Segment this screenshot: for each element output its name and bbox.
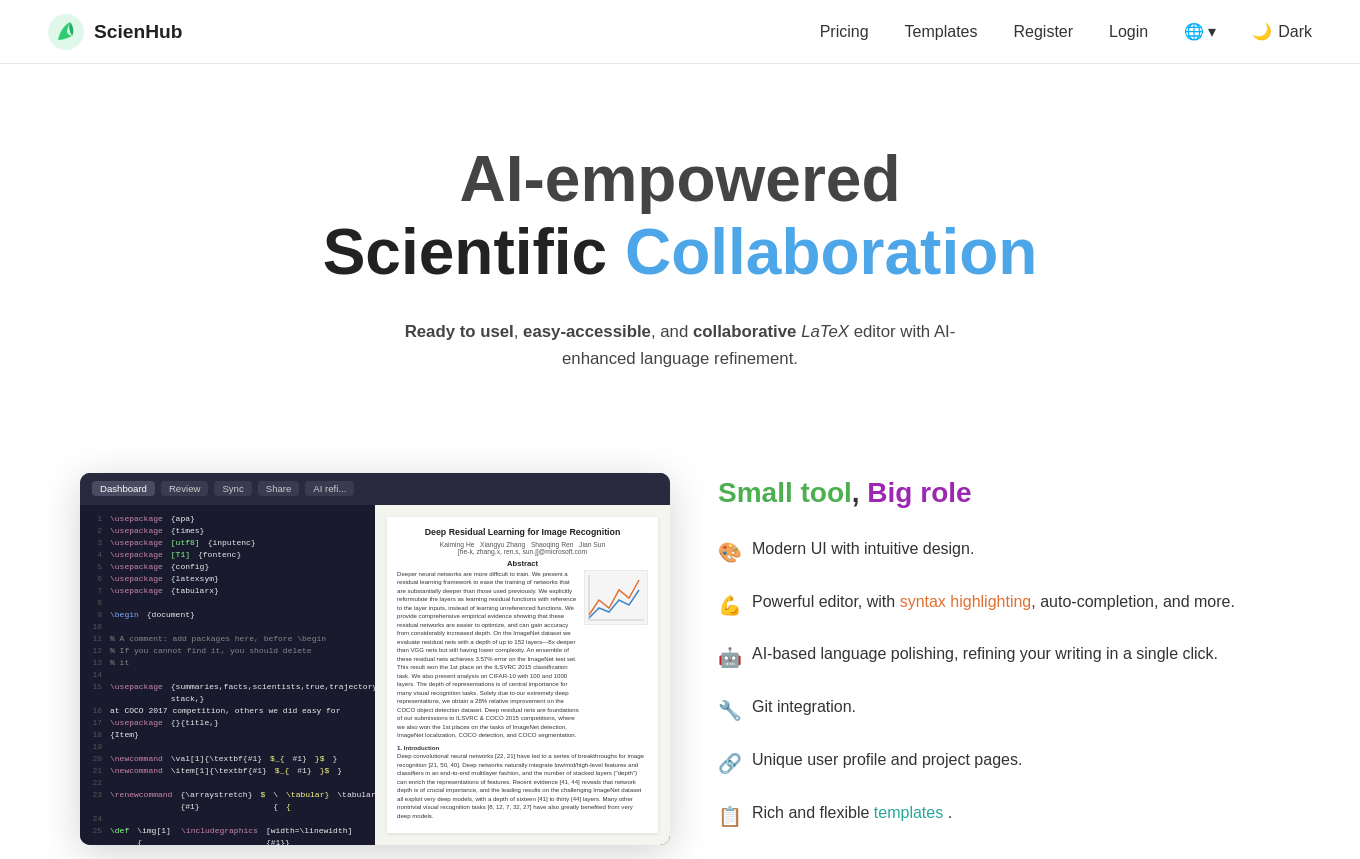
feature-templates: 📋 Rich and flexible templates . <box>718 801 1280 832</box>
subtitle-collaborative: collaborative <box>693 322 797 341</box>
feature-profile: 🔗 Unique user profile and project pages. <box>718 748 1280 779</box>
paper-intro-text: Deep convolutional neural networks [22, … <box>397 752 648 820</box>
features-heading: Small tool, Big role <box>718 477 1280 509</box>
feature-profile-text: Unique user profile and project pages. <box>752 748 1280 773</box>
paper-preview: Deep Residual Learning for Image Recogni… <box>387 517 658 833</box>
paper-title: Deep Residual Learning for Image Recogni… <box>397 527 648 537</box>
lang-chevron-icon: ▾ <box>1208 22 1216 41</box>
moon-icon: 🌙 <box>1252 22 1272 41</box>
feature-templates-after: . <box>943 804 952 821</box>
robot-icon: 🤖 <box>718 643 742 673</box>
logo-icon <box>48 14 84 50</box>
hero-title: AI-empowered Scientific Collaboration <box>48 144 1312 291</box>
nav-links: Pricing Templates Register Login 🌐 ▾ 🌙 D… <box>820 22 1312 41</box>
tab-sync[interactable]: Sync <box>214 481 251 496</box>
editor-topbar: Dashboard Review Sync Share AI refi... <box>80 473 670 505</box>
navbar: ScienHub Pricing Templates Register Logi… <box>0 0 1360 64</box>
main-content: Dashboard Review Sync Share AI refi... 1… <box>0 433 1360 859</box>
editor-tabs: Dashboard Review Sync Share AI refi... <box>92 481 354 496</box>
nav-login[interactable]: Login <box>1109 23 1148 41</box>
tab-dashboard[interactable]: Dashboard <box>92 481 155 496</box>
subtitle-latex: LaTeX <box>801 322 849 341</box>
editor-body: 1\usepackage{apa} 2\usepackage{times} 3\… <box>80 505 670 845</box>
feature-templates-before: Rich and flexible <box>752 804 874 821</box>
tab-review[interactable]: Review <box>161 481 208 496</box>
paper-intro-label: 1. Introduction <box>397 744 648 753</box>
tab-ai[interactable]: AI refi... <box>305 481 354 496</box>
editor-screenshot: Dashboard Review Sync Share AI refi... 1… <box>80 473 670 845</box>
features-heading-comma: , <box>852 477 860 508</box>
nav-pricing[interactable]: Pricing <box>820 23 869 41</box>
feature-ai: 🤖 AI-based language polishing, refining … <box>718 642 1280 673</box>
feature-editor: 💪 Powerful editor, with syntax highlight… <box>718 590 1280 621</box>
feature-templates-text: Rich and flexible templates . <box>752 801 1280 826</box>
paper-figure <box>584 570 648 625</box>
tab-share[interactable]: Share <box>258 481 300 496</box>
features-section: Small tool, Big role 🎨 Modern UI with in… <box>718 473 1280 854</box>
link-icon: 🔗 <box>718 749 742 779</box>
hero-section: AI-empowered Scientific Collaboration Re… <box>0 64 1360 433</box>
subtitle-easy: easy-accessible <box>523 322 651 341</box>
nav-register[interactable]: Register <box>1013 23 1073 41</box>
muscle-icon: 💪 <box>718 591 742 621</box>
feature-git-text: Git integration. <box>752 695 1280 720</box>
clipboard-icon: 📋 <box>718 802 742 832</box>
features-heading-green: Small tool <box>718 477 852 508</box>
features-heading-purple: Big role <box>867 477 971 508</box>
svg-rect-1 <box>584 570 648 625</box>
feature-editor-text: Powerful editor, with syntax highlightin… <box>752 590 1280 615</box>
code-editor-panel: 1\usepackage{apa} 2\usepackage{times} 3\… <box>80 505 375 845</box>
subtitle-ready: Ready to useI <box>405 322 514 341</box>
feature-modern-ui: 🎨 Modern UI with intuitive design. <box>718 537 1280 568</box>
pdf-preview-panel: Deep Residual Learning for Image Recogni… <box>375 505 670 845</box>
subtitle-comma: , <box>514 322 519 341</box>
palette-icon: 🎨 <box>718 538 742 568</box>
feature-modern-ui-text: Modern UI with intuitive design. <box>752 537 1280 562</box>
nav-templates[interactable]: Templates <box>905 23 978 41</box>
paper-abstract-label: Abstract <box>397 559 648 568</box>
wrench-icon: 🔧 <box>718 696 742 726</box>
dark-mode-toggle[interactable]: 🌙 Dark <box>1252 22 1312 41</box>
paper-body: Deeper neural networks are more difficul… <box>397 570 580 740</box>
templates-link[interactable]: templates <box>874 804 943 821</box>
feature-editor-before: Powerful editor, with <box>752 593 900 610</box>
hero-collaboration: Collaboration <box>625 216 1037 288</box>
logo-link[interactable]: ScienHub <box>48 14 183 50</box>
syntax-highlight-link[interactable]: syntax highlighting <box>900 593 1032 610</box>
brand-name: ScienHub <box>94 21 183 43</box>
hero-title-line1: AI-empowered <box>48 144 1312 214</box>
feature-editor-after: , auto-completion, and more. <box>1031 593 1235 610</box>
hero-subtitle: Ready to useI, easy-accessible, and coll… <box>380 319 980 373</box>
subtitle-and: , and <box>651 322 693 341</box>
lang-icon: 🌐 <box>1184 22 1204 41</box>
feature-git: 🔧 Git integration. <box>718 695 1280 726</box>
hero-title-line2: Scientific Collaboration <box>48 214 1312 291</box>
feature-ai-text: AI-based language polishing, refining yo… <box>752 642 1280 667</box>
dark-label: Dark <box>1278 23 1312 41</box>
hero-scientific: Scientific <box>323 216 608 288</box>
language-selector[interactable]: 🌐 ▾ <box>1184 22 1216 41</box>
paper-authors: Kaiming He Xiangyu Zhang Shaoqing Ren Ji… <box>397 541 648 555</box>
